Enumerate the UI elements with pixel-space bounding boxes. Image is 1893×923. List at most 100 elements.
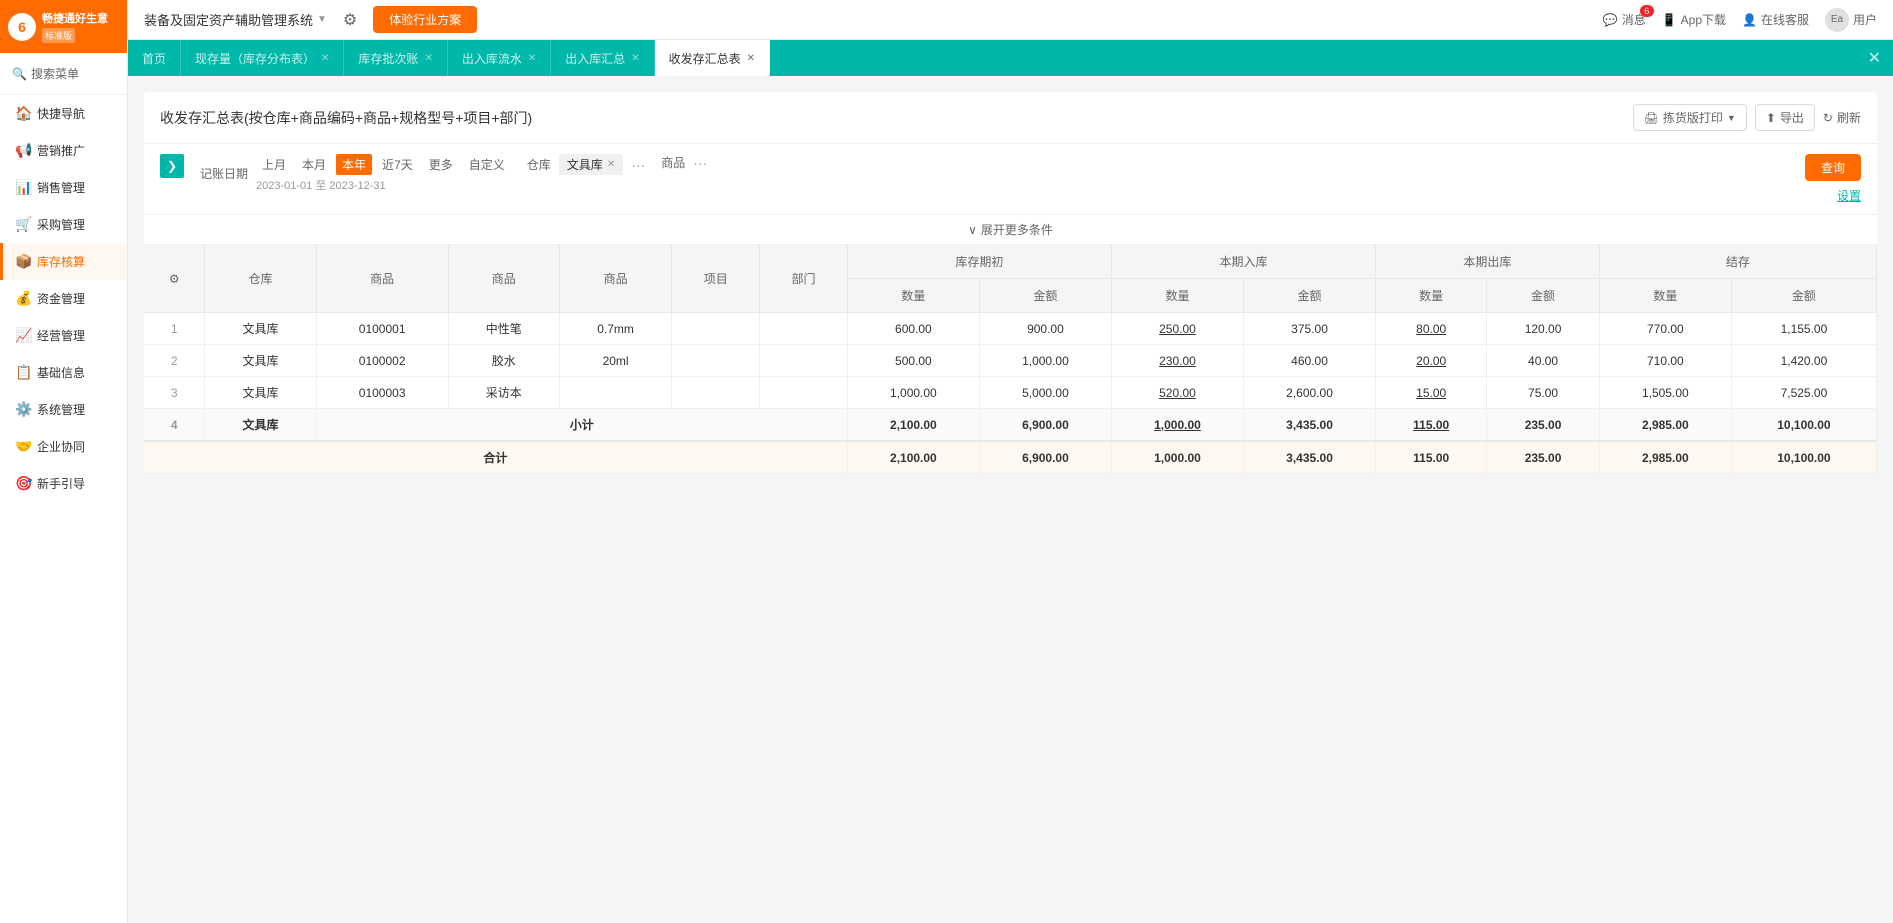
subtotal-in-qty[interactable]: 1,000.00 xyxy=(1111,409,1243,442)
subtotal-closing-qty: 2,985.00 xyxy=(1599,409,1731,442)
date-btn-custom[interactable]: 自定义 xyxy=(463,154,511,175)
warehouse-more-icon[interactable]: ··· xyxy=(631,157,645,173)
subtotal-row: 4 文具库 小计 2,100.00 6,900.00 1,000.00 3,43… xyxy=(144,409,1877,442)
date-btn-more[interactable]: 更多 xyxy=(423,154,459,175)
print-icon: 🖨 xyxy=(1644,111,1659,125)
row-in-qty-1[interactable]: 250.00 xyxy=(1111,313,1243,345)
row-opening-amt-2: 1,000.00 xyxy=(979,345,1111,377)
total-out-amt: 235.00 xyxy=(1487,441,1600,474)
message-icon: 💬 xyxy=(1603,13,1618,27)
tab-close-icon[interactable]: ✕ xyxy=(528,53,536,64)
sidebar-item-guide[interactable]: 🎯 新手引导 xyxy=(0,465,127,502)
tab-bar: 首页 现存量（库存分布表） ✕ 库存批次账 ✕ 出入库流水 ✕ 出入库汇总 ✕ … xyxy=(128,40,1893,76)
sidebar-item-sales[interactable]: 📊 销售管理 xyxy=(0,169,127,206)
main-card: 收发存汇总表(按仓库+商品编码+商品+规格型号+项目+部门) 🖨 拣货版打印 ▼… xyxy=(144,92,1877,474)
print-button[interactable]: 🖨 拣货版打印 ▼ xyxy=(1633,104,1747,131)
subtotal-out-amt: 235.00 xyxy=(1487,409,1600,442)
date-btn-this-year[interactable]: 本年 xyxy=(336,154,372,175)
marketing-icon: 📢 xyxy=(15,142,31,159)
tab-batch[interactable]: 库存批次账 ✕ xyxy=(344,40,447,76)
row-in-qty-3[interactable]: 520.00 xyxy=(1111,377,1243,409)
row-closing-qty-3: 1,505.00 xyxy=(1599,377,1731,409)
sidebar-item-basic-info[interactable]: 📋 基础信息 xyxy=(0,354,127,391)
query-button[interactable]: 查询 xyxy=(1805,154,1861,181)
tab-close-icon[interactable]: ✕ xyxy=(321,53,329,64)
sidebar-item-system[interactable]: ⚙️ 系统管理 xyxy=(0,391,127,428)
date-btn-this-month[interactable]: 本月 xyxy=(296,154,332,175)
right-actions: 查询 设置 xyxy=(1805,154,1861,204)
row-in-qty-2[interactable]: 230.00 xyxy=(1111,345,1243,377)
settings-link[interactable]: 设置 xyxy=(1837,187,1861,204)
row-out-qty-1[interactable]: 80.00 xyxy=(1376,313,1487,345)
th-settings[interactable]: ⚙ xyxy=(144,245,205,313)
sidebar-item-quick-nav[interactable]: 🏠 快捷导航 xyxy=(0,95,127,132)
goods-more-icon[interactable]: ··· xyxy=(693,155,707,171)
row-project-3 xyxy=(672,377,760,409)
th-closing-group: 结存 xyxy=(1599,245,1876,279)
date-buttons: 上月 本月 本年 近7天 更多 自定义 xyxy=(256,154,511,175)
tab-receipt-summary[interactable]: 收发存汇总表 ✕ xyxy=(655,40,770,76)
sidebar-item-inventory[interactable]: 📦 库存核算 xyxy=(0,243,127,280)
total-closing-qty: 2,985.00 xyxy=(1599,441,1731,474)
warehouse-tag-close[interactable]: ✕ xyxy=(607,159,615,170)
page-content: 收发存汇总表(按仓库+商品编码+商品+规格型号+项目+部门) 🖨 拣货版打印 ▼… xyxy=(128,76,1893,923)
row-opening-qty-2: 500.00 xyxy=(847,345,979,377)
tab-inout-flow[interactable]: 出入库流水 ✕ xyxy=(448,40,551,76)
total-out-qty: 115.00 xyxy=(1376,441,1487,474)
row-out-qty-2[interactable]: 20.00 xyxy=(1376,345,1487,377)
trial-button[interactable]: 体验行业方案 xyxy=(373,6,477,33)
home-icon: 🏠 xyxy=(15,105,31,122)
row-in-amt-1: 375.00 xyxy=(1244,313,1376,345)
th-goods-name: 商品 xyxy=(448,245,559,313)
tab-close-icon[interactable]: ✕ xyxy=(747,53,755,64)
export-button[interactable]: ⬆ 导出 xyxy=(1755,104,1815,131)
subtotal-closing-amt: 10,100.00 xyxy=(1731,409,1876,442)
row-code-2: 0100002 xyxy=(316,345,448,377)
row-warehouse-3: 文具库 xyxy=(205,377,316,409)
filter-toggle-button[interactable]: ❯ xyxy=(160,154,184,178)
tab-inventory-dist[interactable]: 现存量（库存分布表） ✕ xyxy=(181,40,344,76)
sidebar-item-collab[interactable]: 🤝 企业协同 xyxy=(0,428,127,465)
online-service-action[interactable]: 👤 在线客服 xyxy=(1742,11,1809,28)
tab-bar-close-button[interactable]: ✕ xyxy=(1856,48,1893,68)
settings-icon[interactable]: ⚙ xyxy=(343,10,357,30)
tab-inout-summary[interactable]: 出入库汇总 ✕ xyxy=(551,40,654,76)
column-settings-icon[interactable]: ⚙ xyxy=(169,272,180,286)
date-btn-7days[interactable]: 近7天 xyxy=(376,154,419,175)
sidebar-item-purchase[interactable]: 🛒 采购管理 xyxy=(0,206,127,243)
tab-close-icon[interactable]: ✕ xyxy=(424,53,432,64)
data-table: ⚙ 仓库 商品 商品 商品 项目 部门 库存期初 本期入库 本期出库 xyxy=(144,245,1877,474)
expand-button[interactable]: ∨ 展开更多条件 xyxy=(968,221,1053,238)
th-in-group: 本期入库 xyxy=(1111,245,1375,279)
search-menu-button[interactable]: 🔍 搜索菜单 xyxy=(8,61,119,86)
filter-bar: ❯ 记账日期 上月 本月 本年 近7天 更多 自定义 xyxy=(144,144,1877,215)
message-action[interactable]: 💬 消息 6 xyxy=(1603,11,1646,28)
row-num-1: 1 xyxy=(144,313,205,345)
row-in-amt-2: 460.00 xyxy=(1244,345,1376,377)
sidebar-item-finance[interactable]: 💰 资金管理 xyxy=(0,280,127,317)
row-out-qty-3[interactable]: 15.00 xyxy=(1376,377,1487,409)
warehouse-tag[interactable]: 文具库 ✕ xyxy=(559,154,623,175)
refresh-button[interactable]: ↻ 刷新 xyxy=(1823,109,1861,126)
date-btn-last-month[interactable]: 上月 xyxy=(256,154,292,175)
logo-text: 畅捷通好生意 标准版 xyxy=(42,10,108,43)
tab-close-icon[interactable]: ✕ xyxy=(631,53,639,64)
service-icon: 👤 xyxy=(1742,13,1757,27)
sidebar-logo[interactable]: 6 畅捷通好生意 标准版 xyxy=(0,0,127,53)
phone-icon: 📱 xyxy=(1662,13,1677,27)
row-code-3: 0100003 xyxy=(316,377,448,409)
system-selector[interactable]: 装备及固定资产辅助管理系统 ▼ xyxy=(144,10,327,29)
app-download-action[interactable]: 📱 App下载 xyxy=(1662,11,1726,28)
row-opening-amt-3: 5,000.00 xyxy=(979,377,1111,409)
sidebar-item-marketing[interactable]: 📢 营销推广 xyxy=(0,132,127,169)
user-action[interactable]: Ea 用户 xyxy=(1825,8,1877,32)
th-closing-qty: 数量 xyxy=(1599,279,1731,313)
th-goods-spec: 商品 xyxy=(559,245,671,313)
collab-icon: 🤝 xyxy=(15,438,31,455)
subtotal-out-qty[interactable]: 115.00 xyxy=(1376,409,1487,442)
tab-home[interactable]: 首页 xyxy=(128,40,181,76)
th-warehouse: 仓库 xyxy=(205,245,316,313)
sidebar-item-operations[interactable]: 📈 经营管理 xyxy=(0,317,127,354)
expand-icon: ∨ xyxy=(968,223,977,237)
th-project: 项目 xyxy=(672,245,760,313)
